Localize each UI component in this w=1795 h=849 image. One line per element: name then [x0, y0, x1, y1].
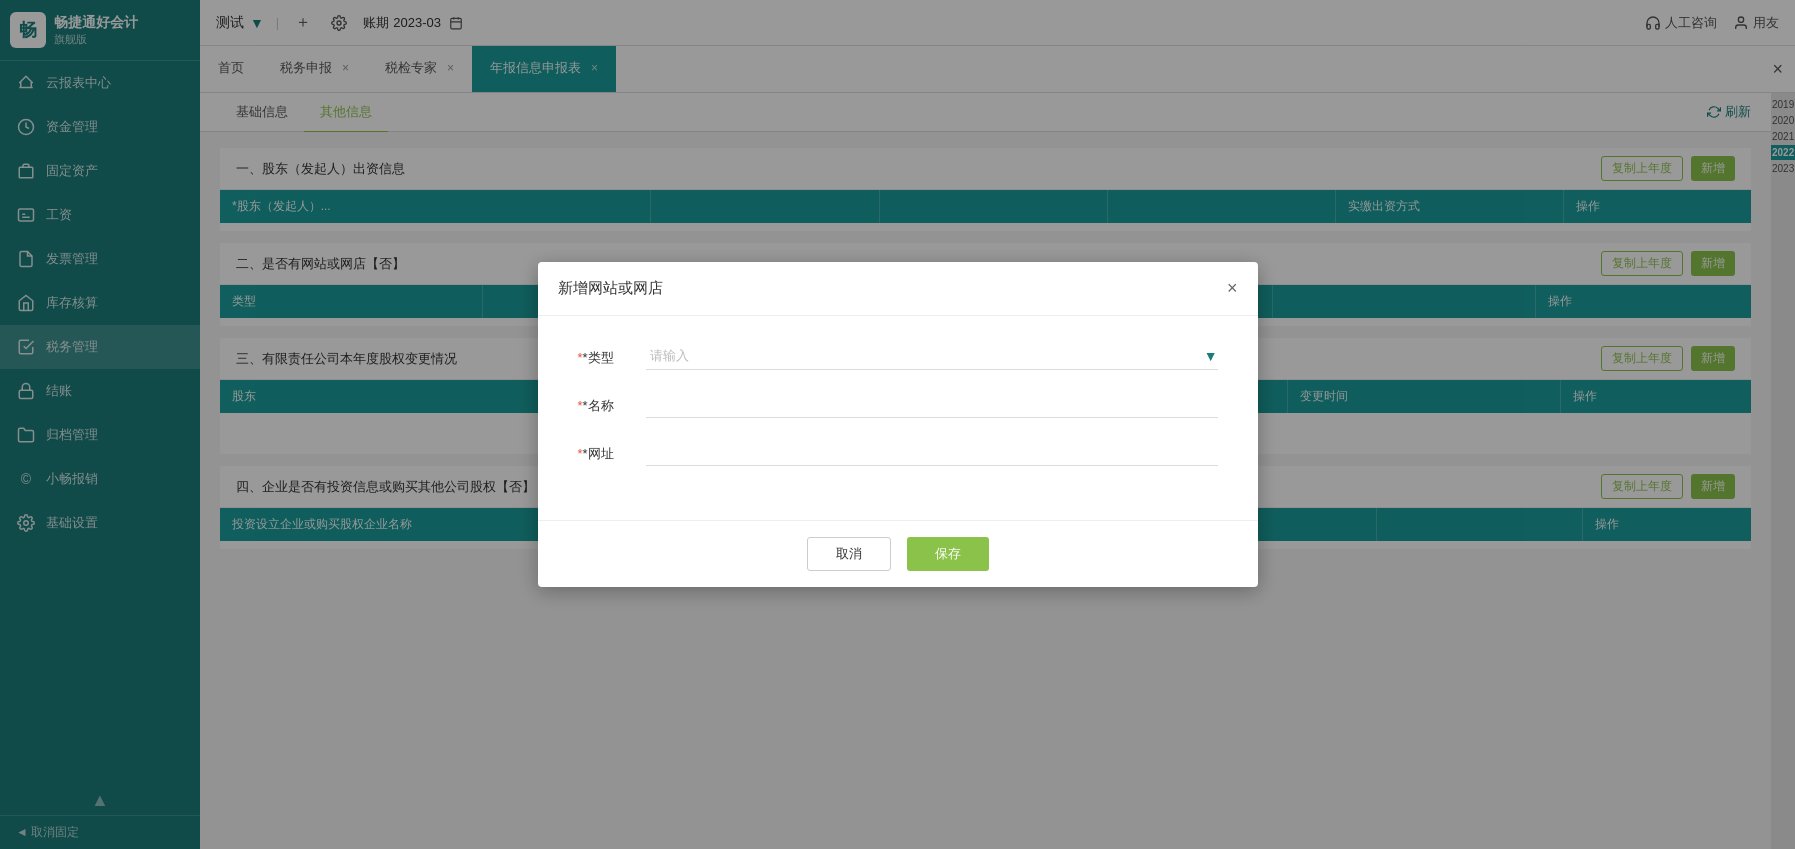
cancel-button[interactable]: 取消 — [807, 537, 891, 571]
form-row-url: **网址 — [578, 442, 1218, 466]
url-input[interactable] — [646, 442, 1218, 461]
form-input-wrap-type: ▼ — [646, 346, 1218, 370]
modal-close-button[interactable]: × — [1227, 278, 1238, 299]
modal-overlay[interactable]: 新增网站或网店 × **类型 ▼ **名称 — [0, 0, 1795, 849]
form-input-wrap-url — [646, 442, 1218, 466]
form-row-type: **类型 ▼ — [578, 346, 1218, 370]
form-input-wrap-name — [646, 394, 1218, 418]
form-label-url: **网址 — [578, 445, 638, 463]
modal-footer: 取消 保存 — [538, 520, 1258, 587]
save-button[interactable]: 保存 — [907, 537, 989, 571]
form-label-type: **类型 — [578, 349, 638, 367]
modal-header: 新增网站或网店 × — [538, 262, 1258, 316]
modal-add-website: 新增网站或网店 × **类型 ▼ **名称 — [538, 262, 1258, 587]
name-input[interactable] — [646, 394, 1218, 413]
form-label-name: **名称 — [578, 397, 638, 415]
type-dropdown-icon[interactable]: ▼ — [1204, 348, 1218, 364]
modal-title: 新增网站或网店 — [558, 279, 663, 298]
type-input[interactable] — [646, 346, 1204, 365]
modal-body: **类型 ▼ **名称 **网址 — [538, 316, 1258, 520]
form-row-name: **名称 — [578, 394, 1218, 418]
